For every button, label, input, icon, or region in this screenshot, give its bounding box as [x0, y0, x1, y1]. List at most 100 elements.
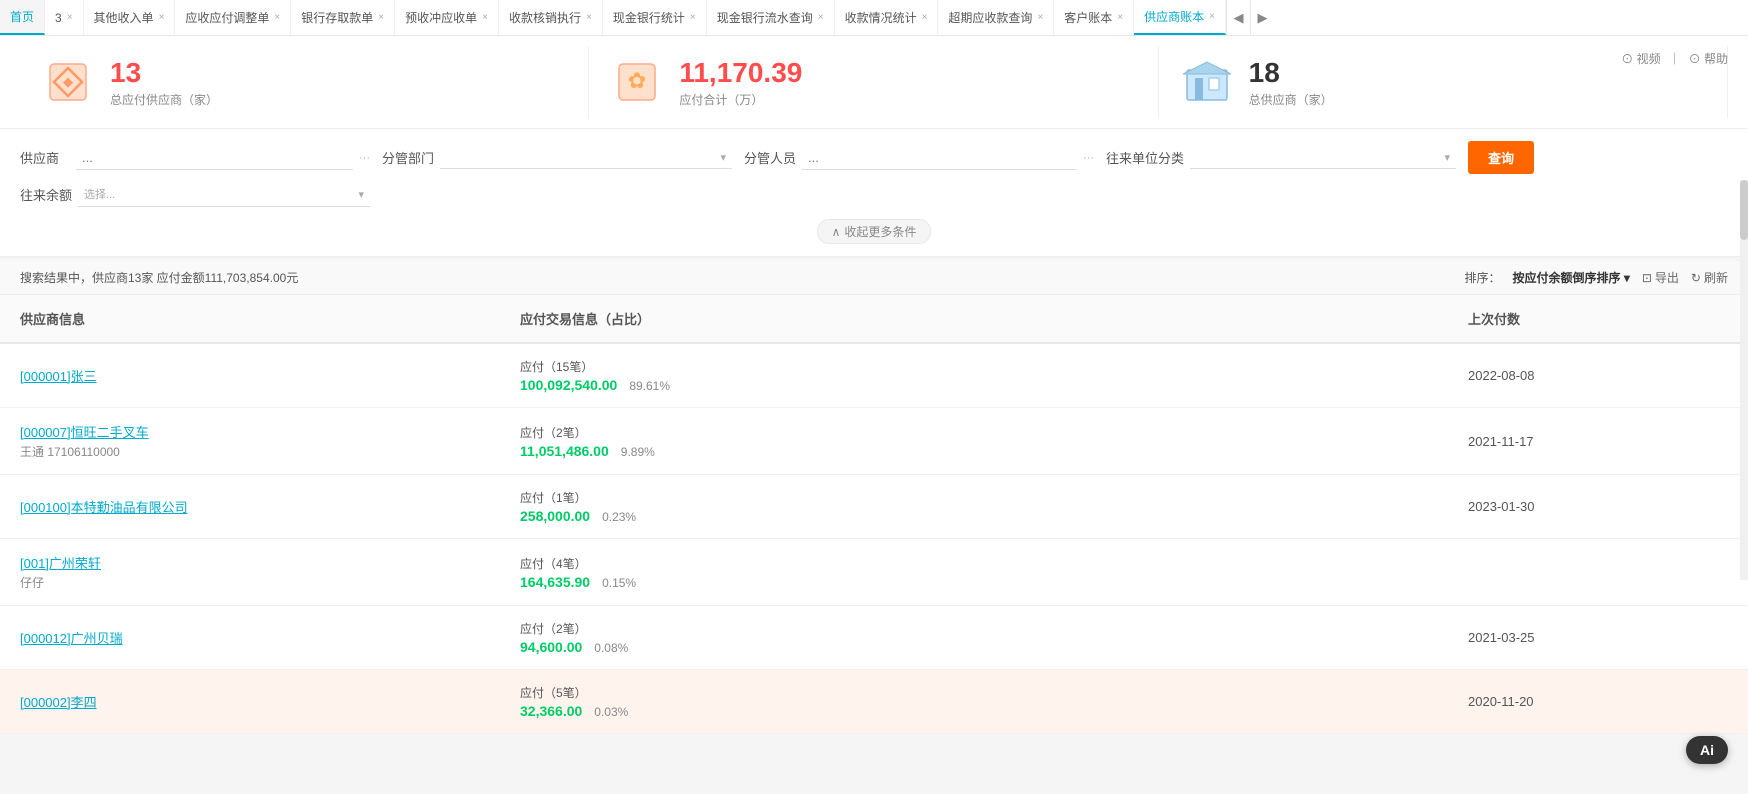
close-icon[interactable]: × — [378, 12, 384, 23]
tx-label: 应付（2笔） — [520, 424, 1468, 441]
nav-left-arrow[interactable]: ◀ — [1226, 0, 1250, 36]
nav-item-other-income[interactable]: 其他收入单 × — [84, 0, 176, 35]
tx-pct: 0.15% — [602, 576, 636, 590]
person-dots-icon[interactable]: ··· — [1083, 152, 1094, 164]
query-button[interactable]: 查询 — [1468, 141, 1534, 174]
refresh-button[interactable]: ↻ 刷新 — [1691, 269, 1728, 286]
tx-label: 应付（5笔） — [520, 684, 1468, 701]
tx-amount: 11,051,486.00 — [520, 443, 609, 459]
table-row: [000002]李四 应付（5笔） 32,366.00 0.03% 2020-1… — [0, 670, 1748, 734]
table-row: [000100]本特勤油品有限公司 应付（1笔） 258,000.00 0.23… — [0, 475, 1748, 539]
nav-item-cash-bank-flow[interactable]: 现金银行流水查询 × — [707, 0, 835, 35]
close-icon[interactable]: × — [818, 12, 824, 23]
supplier-link[interactable]: [000001]张三 — [20, 369, 97, 384]
total-suppliers-label: 总供应商（家） — [1249, 91, 1333, 108]
last-pay: 2021-11-17 — [1468, 430, 1728, 453]
supplier-input[interactable] — [76, 146, 353, 170]
chevron-down-icon: ▾ — [1444, 151, 1450, 164]
dept-select[interactable]: ▾ — [440, 147, 732, 169]
tx-amount: 32,366.00 — [520, 703, 582, 719]
top-nav: 首页 3 × 其他收入单 × 应收应付调整单 × 银行存取款单 × 预收冲应收单… — [0, 0, 1748, 36]
close-icon[interactable]: × — [922, 12, 928, 23]
payable-suppliers-number: 13 — [110, 56, 218, 90]
table-row: [000012]广州贝瑞 应付（2笔） 94,600.00 0.08% 2021… — [0, 606, 1748, 670]
close-icon[interactable]: × — [159, 12, 165, 23]
close-icon[interactable]: × — [1117, 12, 1123, 23]
supplier-link[interactable]: [000002]李四 — [20, 695, 97, 710]
close-icon[interactable]: × — [67, 12, 73, 23]
supplier-label: 供应商 — [20, 148, 70, 167]
supplier-link[interactable]: [001]广州荣轩 — [20, 556, 101, 571]
tx-pct: 0.08% — [594, 641, 628, 655]
help-link[interactable]: ⊙ 帮助 — [1689, 50, 1728, 67]
supplier-link[interactable]: [000100]本特勤油品有限公司 — [20, 500, 188, 515]
supplier-dots-icon[interactable]: ··· — [359, 152, 370, 164]
tx-amount: 164,635.90 — [520, 574, 590, 590]
export-icon: ⊡ — [1642, 271, 1652, 285]
dept-label: 分管部门 — [382, 148, 434, 167]
nav-item-supplier-book[interactable]: 供应商账本 × — [1134, 0, 1226, 35]
nav-item-prepay-collect[interactable]: 预收冲应收单 × — [395, 0, 499, 35]
sort-value[interactable]: 按应付余额倒序排序 ▾ — [1512, 269, 1629, 286]
nav-item-cash-bank-stat[interactable]: 现金银行统计 × — [603, 0, 707, 35]
nav-item-tab3[interactable]: 3 × — [45, 0, 84, 35]
balance-select[interactable]: 选择... ▾ — [78, 182, 370, 207]
tx-pct: 89.61% — [629, 379, 670, 393]
tx-amount: 94,600.00 — [520, 639, 582, 655]
tx-info: 应付（2笔） 94,600.00 0.08% — [520, 616, 1468, 659]
svg-text:✿: ✿ — [628, 68, 646, 93]
chevron-up-icon: ∧ — [832, 225, 841, 239]
last-pay: 2022-08-08 — [1468, 364, 1728, 387]
scrollbar-thumb[interactable] — [1740, 180, 1748, 240]
total-suppliers-number: 18 — [1249, 56, 1333, 90]
collapse-button[interactable]: ∧ 收起更多条件 — [817, 219, 932, 244]
nav-right-arrow[interactable]: ▶ — [1250, 0, 1274, 36]
close-icon[interactable]: × — [690, 12, 696, 23]
unit-type-label: 往来单位分类 — [1106, 148, 1184, 167]
nav-item-customer-book[interactable]: 客户账本 × — [1054, 0, 1134, 35]
header-tx: 应付交易信息（占比） — [520, 305, 1468, 332]
close-icon[interactable]: × — [482, 12, 488, 23]
nav-item-bank-deposit[interactable]: 银行存取款单 × — [291, 0, 395, 35]
store-icon — [1179, 54, 1235, 110]
result-bar: 搜索结果中，供应商13家 应付金额111,703,854.00元 排序： 按应付… — [0, 261, 1748, 295]
close-icon[interactable]: × — [274, 12, 280, 23]
supplier-info: [000002]李四 — [20, 688, 520, 715]
export-button[interactable]: ⊡ 导出 — [1642, 269, 1679, 286]
play-icon: ⊙ — [1621, 52, 1633, 66]
tx-label: 应付（15笔） — [520, 358, 1468, 375]
tx-amount: 100,092,540.00 — [520, 377, 617, 393]
video-link[interactable]: ⊙ 视频 — [1621, 50, 1660, 67]
sort-label: 排序： — [1464, 269, 1500, 286]
tx-info: 应付（2笔） 11,051,486.00 9.89% — [520, 420, 1468, 463]
table-row: [000001]张三 应付（15笔） 100,092,540.00 89.61%… — [0, 344, 1748, 408]
close-icon[interactable]: × — [1037, 12, 1043, 23]
nav-item-home[interactable]: 首页 — [0, 0, 45, 35]
table-header: 供应商信息 应付交易信息（占比） 上次付数 — [0, 295, 1748, 344]
person-input[interactable] — [802, 146, 1077, 170]
supplier-info: [000007]恒旺二手叉车 王通 17106110000 — [20, 418, 520, 464]
supplier-link[interactable]: [000012]广州贝瑞 — [20, 631, 123, 646]
unit-type-select[interactable]: ▾ — [1190, 147, 1456, 169]
nav-item-ar-ap-adjust[interactable]: 应收应付调整单 × — [175, 0, 291, 35]
close-icon[interactable]: × — [586, 12, 592, 23]
last-pay — [1468, 568, 1728, 576]
refresh-icon: ↻ — [1691, 271, 1701, 285]
chevron-down-icon: ▾ — [720, 151, 726, 164]
person-label: 分管人员 — [744, 148, 796, 167]
tx-info: 应付（5笔） 32,366.00 0.03% — [520, 680, 1468, 723]
supplier-link[interactable]: [000007]恒旺二手叉车 — [20, 425, 149, 440]
result-actions: 排序： 按应付余额倒序排序 ▾ ⊡ 导出 ↻ 刷新 — [1464, 269, 1728, 286]
last-pay: 2023-01-30 — [1468, 495, 1728, 518]
table-container: 供应商信息 应付交易信息（占比） 上次付数 [000001]张三 应付（15笔）… — [0, 295, 1748, 734]
header-supplier: 供应商信息 — [20, 305, 520, 332]
nav-item-receipt-stat[interactable]: 收款情况统计 × — [835, 0, 939, 35]
nav-item-receipt-verify[interactable]: 收款核销执行 × — [499, 0, 603, 35]
close-icon[interactable]: × — [1209, 11, 1215, 22]
scrollbar-track — [1740, 180, 1748, 580]
tx-label: 应付（4笔） — [520, 555, 1468, 572]
ai-button[interactable]: Ai — [1686, 736, 1728, 764]
filter-row-1: 供应商 ··· 分管部门 ▾ 分管人员 ··· 往来单位分类 ▾ 查询 — [20, 141, 1728, 174]
star-icon: ✿ — [609, 54, 665, 110]
nav-item-overdue-ar[interactable]: 超期应收款查询 × — [938, 0, 1054, 35]
